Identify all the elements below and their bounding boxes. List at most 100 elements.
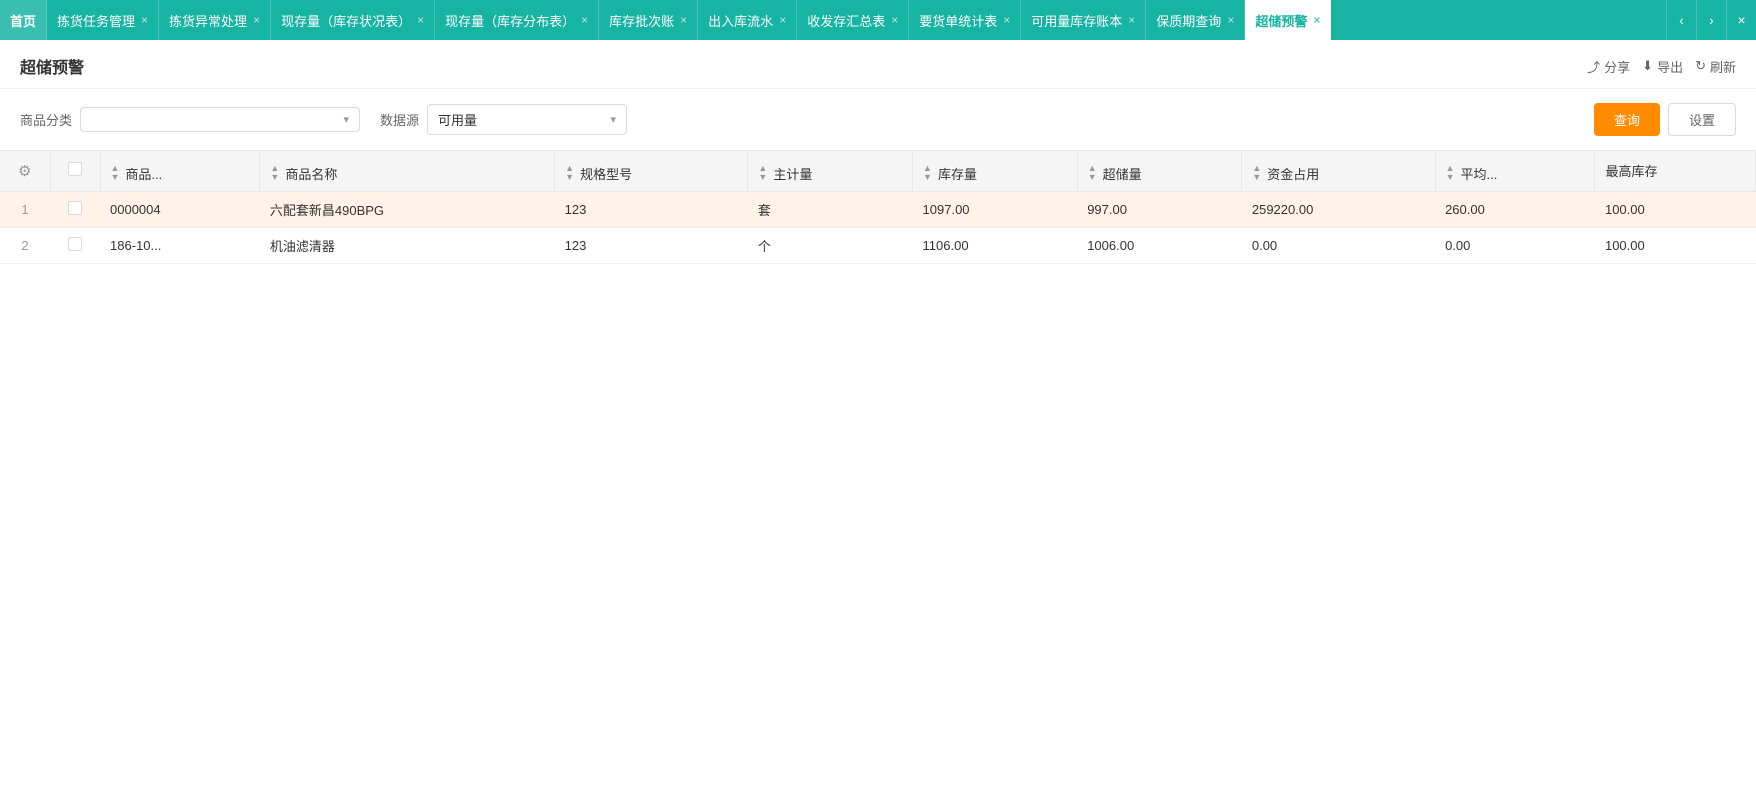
page-header: 超储预警 ⤴ 分享 ⬇ 导出 ↻ 刷新 (0, 40, 1756, 89)
select-all-checkbox[interactable] (68, 162, 82, 176)
nav-item-inventory-dist[interactable]: 现存量（库存分布表） × (435, 0, 599, 40)
th-checkbox (50, 151, 100, 192)
header-actions: ⤴ 分享 ⬇ 导出 ↻ 刷新 (1587, 57, 1736, 76)
cell-product-code: 0000004 (100, 191, 260, 227)
settings-button[interactable]: 设置 (1668, 103, 1736, 136)
sort-capital-icon: ▲▼ (1252, 164, 1261, 182)
sort-spec-icon: ▲▼ (565, 164, 574, 182)
nav-task-mgmt-close[interactable]: × (141, 13, 148, 27)
th-product-code[interactable]: ▲▼ 商品... (100, 151, 260, 192)
th-avg[interactable]: ▲▼ 平均... (1435, 151, 1595, 192)
refresh-button[interactable]: ↻ 刷新 (1695, 57, 1736, 76)
cell-capital: 259220.00 (1242, 191, 1435, 227)
nav-abnormal-close[interactable]: × (253, 13, 260, 27)
share-label: 分享 (1604, 57, 1630, 76)
nav-close-arrow[interactable]: × (1726, 0, 1756, 40)
nav-bar: 首页 拣货任务管理 × 拣货异常处理 × 现存量（库存状况表） × 现存量（库存… (0, 0, 1756, 40)
nav-expiry-close[interactable]: × (1227, 13, 1234, 27)
sort-overstock-icon: ▲▼ (1088, 164, 1097, 182)
row-checkbox-1[interactable] (68, 237, 82, 251)
export-button[interactable]: ⬇ 导出 (1642, 57, 1683, 76)
filter-actions: 查询 设置 (1594, 103, 1736, 136)
nav-item-home[interactable]: 首页 (0, 0, 47, 40)
datasource-dropdown-arrow: ▾ (611, 113, 617, 126)
datasource-value: 可用量 (438, 110, 477, 129)
cell-seq: 1 (0, 191, 50, 227)
nav-usable-account-close[interactable]: × (1128, 13, 1135, 27)
cell-max-stock: 100.00 (1595, 191, 1756, 227)
sort-unit-icon: ▲▼ (758, 164, 767, 182)
cell-spec: 123 (555, 191, 748, 227)
datasource-select[interactable]: 可用量 ▾ (427, 104, 627, 135)
nav-item-usable-account[interactable]: 可用量库存账本 × (1021, 0, 1146, 40)
cell-avg: 260.00 (1435, 191, 1595, 227)
category-select[interactable]: ▾ (80, 107, 360, 132)
cell-checkbox[interactable] (50, 191, 100, 227)
nav-item-in-out[interactable]: 出入库流水 × (698, 0, 797, 40)
nav-order-stat-close[interactable]: × (1003, 13, 1010, 27)
nav-in-out-close[interactable]: × (779, 13, 786, 27)
cell-avg: 0.00 (1435, 227, 1595, 263)
nav-batch-close[interactable]: × (680, 13, 687, 27)
nav-arrows: ‹ › × (1666, 0, 1756, 40)
cell-spec: 123 (555, 227, 748, 263)
filter-area: 商品分类 ▾ 数据源 可用量 ▾ 查询 设置 (0, 89, 1756, 150)
category-label: 商品分类 (20, 110, 72, 129)
nav-inventory-status-close[interactable]: × (417, 13, 424, 27)
nav-collect-close[interactable]: × (891, 13, 898, 27)
th-inventory[interactable]: ▲▼ 库存量 (913, 151, 1078, 192)
sort-product-code-icon: ▲▼ (111, 164, 120, 182)
th-unit[interactable]: ▲▼ 主计量 (748, 151, 913, 192)
page-container: 超储预警 ⤴ 分享 ⬇ 导出 ↻ 刷新 商品分类 ▾ 数据源 (0, 40, 1756, 800)
th-product-code-label: 商品... (125, 164, 162, 183)
cell-inventory: 1097.00 (913, 191, 1078, 227)
cell-inventory: 1106.00 (913, 227, 1078, 263)
th-overstock[interactable]: ▲▼ 超储量 (1077, 151, 1242, 192)
th-inventory-label: 库存量 (938, 164, 977, 183)
nav-item-task-mgmt[interactable]: 拣货任务管理 × (47, 0, 159, 40)
th-capital[interactable]: ▲▼ 资金占用 (1242, 151, 1435, 192)
table-header-row: ⚙ ▲▼ 商品... ▲▼ 商品名称 (0, 151, 1756, 192)
th-product-name[interactable]: ▲▼ 商品名称 (260, 151, 555, 192)
nav-item-abnormal[interactable]: 拣货异常处理 × (159, 0, 271, 40)
nav-item-expiry[interactable]: 保质期查询 × (1146, 0, 1245, 40)
share-button[interactable]: ⤴ 分享 (1587, 57, 1630, 76)
th-spec[interactable]: ▲▼ 规格型号 (555, 151, 748, 192)
nav-item-overstock[interactable]: 超储预警 × (1245, 0, 1331, 40)
nav-item-inventory-status[interactable]: 现存量（库存状况表） × (271, 0, 435, 40)
nav-item-batch[interactable]: 库存批次账 × (599, 0, 698, 40)
cell-product-name: 六配套新昌490BPG (260, 191, 555, 227)
nav-item-order-stat[interactable]: 要货单统计表 × (909, 0, 1021, 40)
th-product-name-label: 商品名称 (285, 164, 337, 183)
cell-overstock: 1006.00 (1077, 227, 1242, 263)
cell-checkbox[interactable] (50, 227, 100, 263)
cell-product-code: 186-10... (100, 227, 260, 263)
share-icon: ⤴ (1587, 57, 1600, 76)
nav-next-arrow[interactable]: › (1696, 0, 1726, 40)
table-body: 1 0000004 六配套新昌490BPG 123 套 1097.00 997.… (0, 191, 1756, 263)
th-capital-label: 资金占用 (1267, 164, 1319, 183)
cell-unit: 套 (748, 191, 913, 227)
nav-overstock-close[interactable]: × (1313, 13, 1320, 27)
nav-home-label: 首页 (10, 11, 36, 30)
export-label: 导出 (1657, 57, 1683, 76)
th-gear[interactable]: ⚙ (0, 151, 50, 192)
datasource-filter-group: 数据源 可用量 ▾ (380, 104, 627, 135)
nav-order-stat-label: 要货单统计表 (919, 11, 997, 30)
nav-expiry-label: 保质期查询 (1156, 11, 1221, 30)
nav-prev-arrow[interactable]: ‹ (1666, 0, 1696, 40)
cell-seq: 2 (0, 227, 50, 263)
row-checkbox-0[interactable] (68, 201, 82, 215)
nav-inventory-dist-close[interactable]: × (581, 13, 588, 27)
query-button[interactable]: 查询 (1594, 103, 1660, 136)
data-table: ⚙ ▲▼ 商品... ▲▼ 商品名称 (0, 150, 1756, 264)
refresh-icon: ↻ (1695, 58, 1706, 74)
cell-unit: 个 (748, 227, 913, 263)
cell-overstock: 997.00 (1077, 191, 1242, 227)
nav-item-collect[interactable]: 收发存汇总表 × (797, 0, 909, 40)
datasource-label: 数据源 (380, 110, 419, 129)
th-overstock-label: 超储量 (1103, 164, 1142, 183)
gear-icon[interactable]: ⚙ (18, 163, 31, 180)
category-dropdown-arrow: ▾ (343, 113, 349, 126)
page-title: 超储预警 (20, 54, 84, 78)
